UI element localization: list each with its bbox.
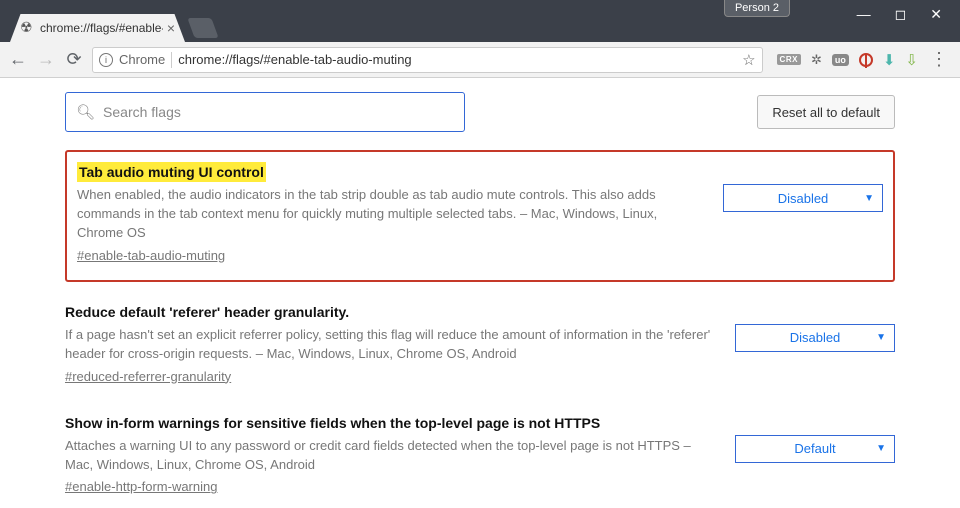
flag-anchor-link[interactable]: #reduced-referrer-granularity — [65, 368, 231, 387]
flag-entry: Show in-form warnings for sensitive fiel… — [65, 401, 895, 508]
flag-dropdown[interactable]: Disabled ▼ — [723, 184, 883, 212]
bookmark-star-icon[interactable]: ☆ — [742, 51, 755, 69]
close-tab-icon[interactable]: × — [167, 20, 175, 36]
tab-strip: chrome://flags/#enable-t × — [0, 8, 960, 42]
titlebar — [0, 0, 960, 8]
browser-tab[interactable]: chrome://flags/#enable-t × — [10, 14, 185, 42]
flag-dropdown[interactable]: Disabled ▼ — [735, 324, 895, 352]
tab-title: chrome://flags/#enable-t — [40, 21, 163, 35]
url-text: chrome://flags/#enable-tab-audio-muting — [178, 52, 742, 67]
profile-badge[interactable]: Person 2 — [724, 0, 790, 17]
url-scheme-label: Chrome — [119, 52, 165, 67]
browser-toolbar: ← → ⟳ i Chrome chrome://flags/#enable-ta… — [0, 42, 960, 78]
minimize-button[interactable]: — — [857, 6, 871, 22]
reset-all-button[interactable]: Reset all to default — [757, 95, 895, 129]
new-tab-button[interactable] — [187, 18, 218, 38]
close-window-button[interactable]: ✕ — [930, 6, 942, 23]
search-icon: 🔍︎ — [76, 103, 95, 121]
site-info-icon[interactable]: i — [99, 53, 113, 67]
browser-menu-button[interactable]: ⋮ — [926, 49, 952, 70]
flag-title: Reduce default 'referer' header granular… — [65, 302, 349, 322]
chevron-down-icon: ▼ — [876, 443, 886, 454]
flag-description: Attaches a warning UI to any password or… — [65, 437, 715, 475]
download-green-icon[interactable]: ⇩ — [905, 51, 918, 69]
download-teal-icon[interactable]: ⬇ — [883, 51, 896, 69]
flag-anchor-link[interactable]: #enable-tab-audio-muting — [77, 247, 225, 266]
address-bar[interactable]: i Chrome chrome://flags/#enable-tab-audi… — [92, 47, 763, 73]
highlighted-flag-box: Tab audio muting UI control When enabled… — [65, 150, 895, 282]
omnibox-separator — [171, 52, 172, 68]
reload-button[interactable]: ⟳ — [64, 50, 84, 70]
search-flags-input[interactable]: 🔍︎ Search flags — [65, 92, 465, 132]
flag-dropdown[interactable]: Default ▼ — [735, 435, 895, 463]
top-row: 🔍︎ Search flags Reset all to default — [65, 92, 895, 132]
flag-title: Tab audio muting UI control — [77, 162, 266, 182]
extension-icons: CRX ✲ uo ⬇ ⇩ — [777, 51, 918, 69]
flag-dropdown-value: Disabled — [736, 330, 894, 345]
flag-anchor-link[interactable]: #enable-http-form-warning — [65, 478, 217, 497]
flag-body: Show in-form warnings for sensitive fiel… — [65, 413, 715, 498]
forward-button[interactable]: → — [36, 50, 56, 70]
window-controls: — ◻ ✕ — [839, 0, 960, 28]
back-button[interactable]: ← — [8, 50, 28, 70]
flag-dropdown-value: Disabled — [724, 191, 882, 206]
fan-extension-icon[interactable]: ✲ — [811, 52, 822, 68]
maximize-button[interactable]: ◻ — [895, 6, 907, 23]
flag-description: When enabled, the audio indicators in th… — [77, 186, 703, 243]
chevron-down-icon: ▼ — [864, 193, 874, 204]
flag-dropdown-value: Default — [736, 441, 894, 456]
crx-extension-icon[interactable]: CRX — [777, 54, 801, 65]
flag-entry: Tab audio muting UI control When enabled… — [77, 158, 883, 270]
flag-title: Show in-form warnings for sensitive fiel… — [65, 413, 600, 433]
search-placeholder: Search flags — [103, 104, 181, 120]
page-viewport[interactable]: 🔍︎ Search flags Reset all to default Tab… — [0, 78, 960, 508]
flags-content: 🔍︎ Search flags Reset all to default Tab… — [65, 78, 895, 508]
power-extension-icon[interactable] — [859, 53, 873, 67]
radiation-icon — [20, 21, 34, 35]
ublock-extension-icon[interactable]: uo — [832, 54, 849, 66]
flag-body: Reduce default 'referer' header granular… — [65, 302, 715, 387]
flag-description: If a page hasn't set an explicit referre… — [65, 326, 715, 364]
chevron-down-icon: ▼ — [876, 332, 886, 343]
flag-entry: Reduce default 'referer' header granular… — [65, 290, 895, 401]
flag-body: Tab audio muting UI control When enabled… — [77, 162, 703, 266]
